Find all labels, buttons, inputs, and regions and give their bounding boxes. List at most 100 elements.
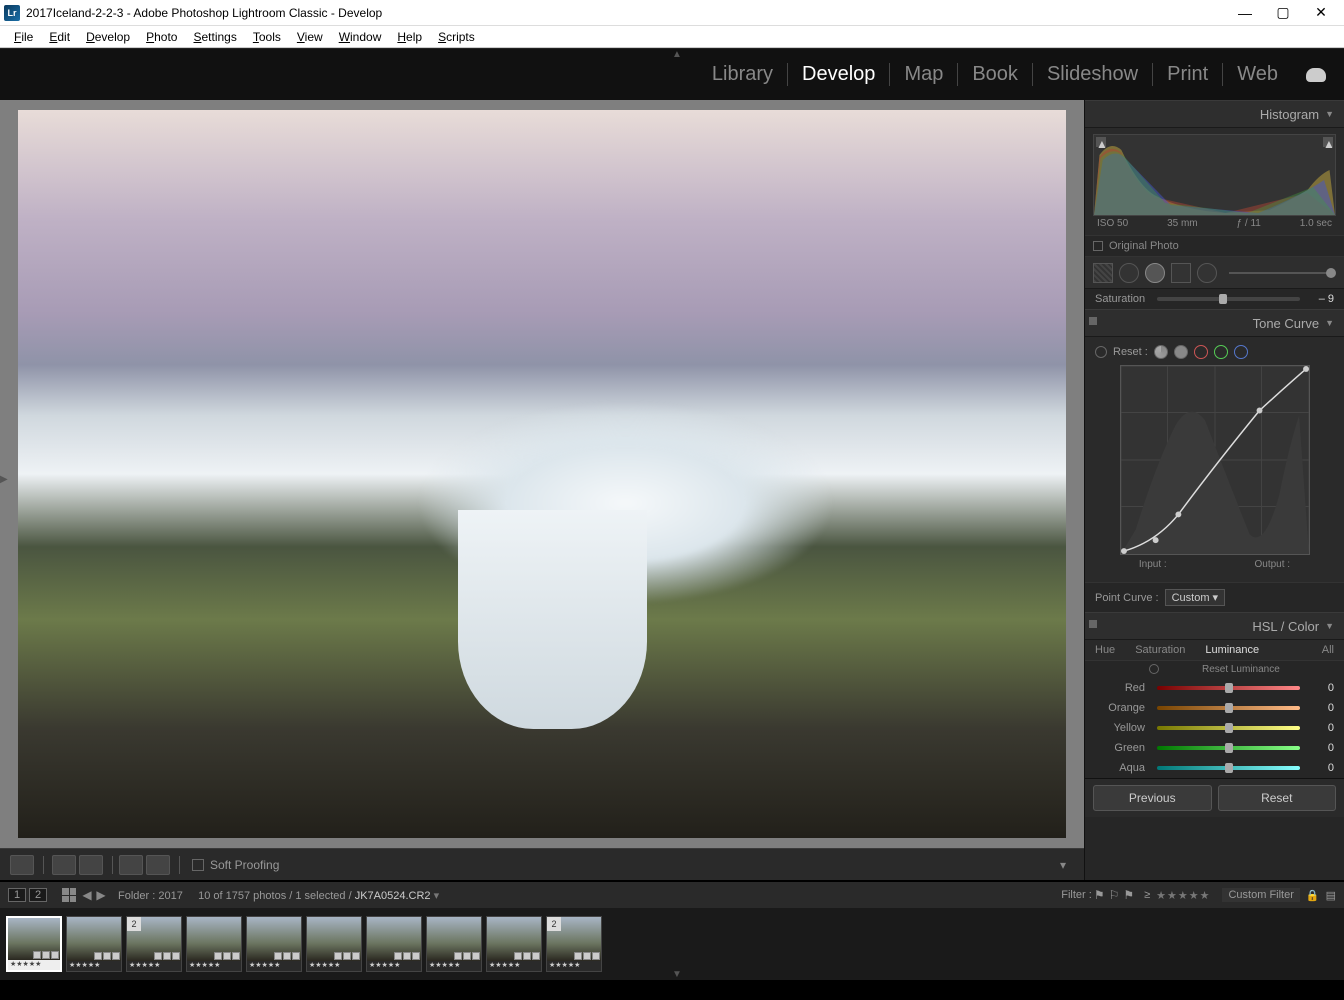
graduated-filter-tool[interactable] [1171, 263, 1191, 283]
top-panel-toggle[interactable]: ▲ [672, 49, 682, 60]
nav-back-button[interactable]: ◀ [80, 888, 94, 902]
saturation-slider[interactable] [1157, 297, 1300, 301]
hsl-tab-all[interactable]: All [1312, 640, 1344, 660]
targeted-adjustment-icon[interactable] [1149, 664, 1159, 674]
hsl-aqua-slider[interactable] [1157, 766, 1300, 770]
panel-switch-icon[interactable] [1089, 317, 1097, 325]
hsl-tab-saturation[interactable]: Saturation [1125, 640, 1195, 660]
nav-forward-button[interactable]: ▶ [94, 888, 108, 902]
reset-button[interactable]: Reset [1218, 785, 1337, 811]
previous-button[interactable]: Previous [1093, 785, 1212, 811]
thumbnail[interactable]: ★★★★★ [186, 916, 242, 972]
folder-name[interactable]: 2017 [158, 890, 182, 902]
flag-picked-filter[interactable]: ⚑ [1094, 888, 1105, 902]
app-icon: Lr [4, 5, 20, 21]
thumbnail[interactable]: ★★★★★ [486, 916, 542, 972]
hsl-yellow-slider[interactable] [1157, 726, 1300, 730]
image-canvas[interactable]: ▶ [0, 100, 1084, 848]
cloud-sync-icon[interactable] [1306, 68, 1326, 82]
menu-help[interactable]: Help [389, 28, 430, 46]
current-filename[interactable]: JK7A0524.CR2 [355, 890, 431, 902]
second-window-button[interactable]: 2 [29, 888, 47, 902]
hsl-red-slider[interactable] [1157, 686, 1300, 690]
filename-dropdown-icon[interactable]: ▾ [434, 890, 440, 902]
module-web[interactable]: Web [1223, 63, 1292, 86]
module-print[interactable]: Print [1153, 63, 1223, 86]
curve-channel-luminance[interactable] [1174, 345, 1188, 359]
hsl-orange-slider[interactable] [1157, 706, 1300, 710]
menu-develop[interactable]: Develop [78, 28, 138, 46]
toolbar-menu-button[interactable]: ▾ [1060, 858, 1074, 872]
thumbnail[interactable]: ★★★★★ [246, 916, 302, 972]
thumbnail[interactable]: 2★★★★★ [546, 916, 602, 972]
thumbnail[interactable]: ★★★★★ [426, 916, 482, 972]
curve-channel-green[interactable] [1214, 345, 1228, 359]
menu-file[interactable]: File [6, 28, 41, 46]
menu-photo[interactable]: Photo [138, 28, 185, 46]
tone-curve-editor[interactable] [1120, 365, 1310, 555]
filter-lock-icon[interactable]: 🔒 [1306, 889, 1320, 902]
filmstrip-toggle[interactable]: ▼ [672, 969, 682, 980]
crop-tool[interactable] [1093, 263, 1113, 283]
minimize-button[interactable]: — [1226, 2, 1264, 24]
targeted-adjustment-icon[interactable] [1095, 346, 1107, 358]
panel-switch-icon[interactable] [1089, 620, 1097, 628]
before-after-lr-button[interactable] [52, 855, 76, 875]
menu-tools[interactable]: Tools [245, 28, 289, 46]
spot-removal-tool[interactable] [1119, 263, 1139, 283]
module-map[interactable]: Map [890, 63, 958, 86]
menu-window[interactable]: Window [331, 28, 390, 46]
tone-curve-header[interactable]: Tone Curve▼ [1085, 309, 1344, 337]
histogram[interactable]: ▲ ▲ [1093, 134, 1336, 216]
mask-overlay-slider[interactable] [1229, 268, 1336, 278]
original-photo-toggle[interactable]: Original Photo [1085, 235, 1344, 257]
loupe-view-button[interactable] [10, 855, 34, 875]
menu-settings[interactable]: Settings [185, 28, 244, 46]
menu-view[interactable]: View [289, 28, 331, 46]
module-picker: ▲ LibraryDevelopMapBookSlideshowPrintWeb [0, 48, 1344, 100]
shadow-clipping-icon[interactable]: ▲ [1096, 137, 1106, 147]
maximize-button[interactable]: ▢ [1264, 2, 1302, 24]
before-after-tb-button[interactable] [79, 855, 103, 875]
hsl-red-row: Red0 [1085, 678, 1344, 698]
custom-filter-select[interactable]: Custom Filter [1222, 888, 1299, 902]
rating-geq-icon[interactable]: ≥ [1144, 889, 1150, 901]
compare-swap-button[interactable] [119, 855, 143, 875]
grid-view-icon[interactable] [62, 888, 76, 902]
module-develop[interactable]: Develop [788, 63, 890, 86]
radial-filter-tool[interactable] [1197, 263, 1217, 283]
histogram-header[interactable]: Histogram▼ [1085, 100, 1344, 128]
flag-unflagged-filter[interactable]: ⚐ [1109, 888, 1120, 902]
photo-preview[interactable] [18, 110, 1066, 838]
left-panel-toggle[interactable]: ▶ [0, 474, 8, 485]
hsl-tab-luminance[interactable]: Luminance [1195, 640, 1269, 660]
curve-channel-rgb[interactable] [1154, 345, 1168, 359]
thumbnail[interactable]: 2★★★★★ [126, 916, 182, 972]
hsl-header[interactable]: HSL / Color▼ [1085, 612, 1344, 640]
soft-proofing-checkbox[interactable] [192, 859, 204, 871]
highlight-clipping-icon[interactable]: ▲ [1323, 137, 1333, 147]
filmstrip-menu-icon[interactable]: ▤ [1326, 889, 1336, 902]
menu-scripts[interactable]: Scripts [430, 28, 483, 46]
flag-rejected-filter[interactable]: ⚑ [1123, 888, 1134, 902]
thumbnail[interactable]: ★★★★★ [366, 916, 422, 972]
filmstrip[interactable]: ★★★★★★★★★★2★★★★★★★★★★★★★★★★★★★★★★★★★★★★★… [0, 908, 1344, 980]
thumbnail[interactable]: ★★★★★ [306, 916, 362, 972]
module-book[interactable]: Book [958, 63, 1033, 86]
redeye-tool[interactable] [1145, 263, 1165, 283]
rating-filter[interactable]: ★★★★★ [1156, 889, 1210, 902]
close-button[interactable]: ✕ [1302, 2, 1340, 24]
module-library[interactable]: Library [698, 63, 788, 86]
compare-copy-button[interactable] [146, 855, 170, 875]
thumbnail[interactable]: ★★★★★ [6, 916, 62, 972]
hsl-green-slider[interactable] [1157, 746, 1300, 750]
main-window-button[interactable]: 1 [8, 888, 26, 902]
thumbnail[interactable]: ★★★★★ [66, 916, 122, 972]
hsl-tab-hue[interactable]: Hue [1085, 640, 1125, 660]
point-curve-select[interactable]: Custom ▾ [1165, 589, 1225, 606]
curve-channel-red[interactable] [1194, 345, 1208, 359]
hsl-aqua-row: Aqua0 [1085, 758, 1344, 778]
curve-channel-blue[interactable] [1234, 345, 1248, 359]
module-slideshow[interactable]: Slideshow [1033, 63, 1153, 86]
menu-edit[interactable]: Edit [41, 28, 78, 46]
